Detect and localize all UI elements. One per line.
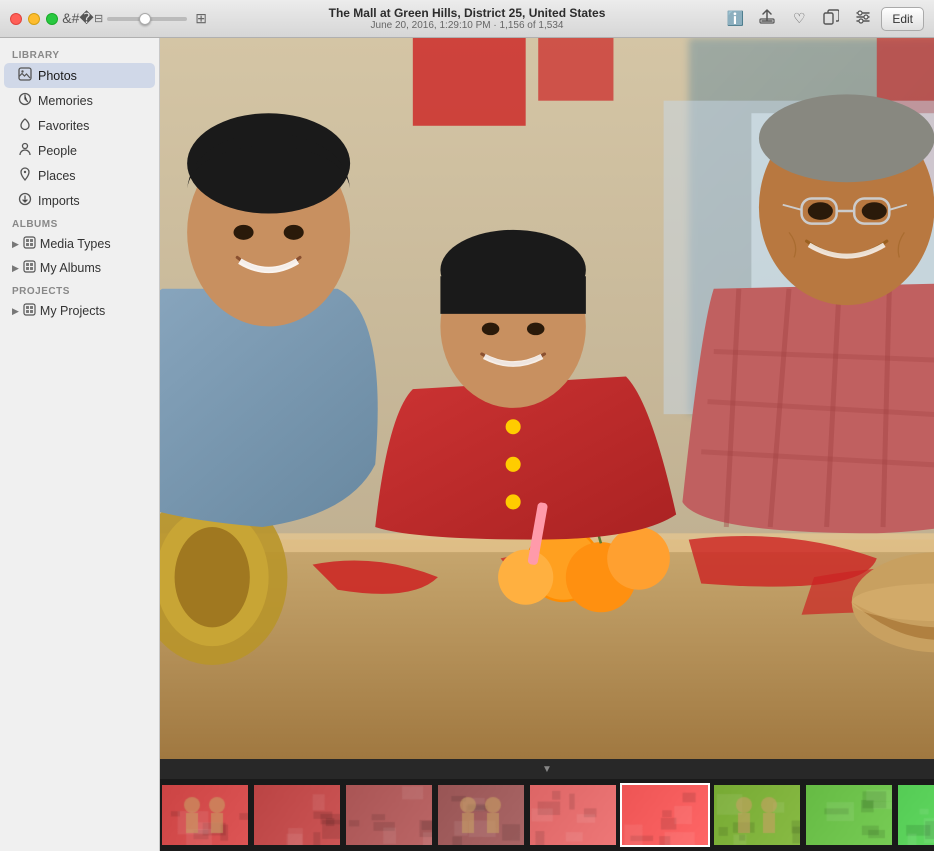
filmstrip-thumb[interactable] (160, 783, 250, 847)
zoom-slider-area: ⊟ ⊞ (94, 10, 207, 27)
photos-label: Photos (38, 69, 77, 83)
imports-label: Imports (38, 194, 80, 208)
imports-icon (18, 192, 32, 209)
my-albums-label: My Albums (40, 261, 101, 275)
projects-section-label: Projects (0, 280, 159, 299)
content-area: Library Photos Memories (0, 38, 934, 851)
filmstrip-divider: ▼ (160, 759, 934, 779)
close-button[interactable] (10, 13, 22, 25)
info-button[interactable]: ℹ️ (721, 7, 749, 31)
my-projects-label: My Projects (40, 304, 105, 318)
sidebar: Library Photos Memories (0, 38, 160, 851)
media-types-icon (23, 236, 36, 252)
sidebar-item-my-projects[interactable]: ▶ My Projects (4, 299, 155, 323)
sidebar-item-media-types[interactable]: ▶ Media Types (4, 232, 155, 256)
filmstrip-thumb[interactable] (436, 783, 526, 847)
adjust-icon (855, 9, 871, 28)
filmstrip-thumb[interactable] (528, 783, 618, 847)
chevron-right-icon-2: ▶ (12, 263, 19, 274)
edit-button[interactable]: Edit (881, 7, 924, 31)
memories-icon (18, 92, 32, 109)
minimize-button[interactable] (28, 13, 40, 25)
albums-section-label: Albums (0, 213, 159, 232)
filmstrip-thumb[interactable] (344, 783, 434, 847)
zoom-out-icon: ⊟ (94, 12, 103, 25)
share-button[interactable] (753, 7, 781, 31)
sidebar-item-places[interactable]: Places (4, 163, 155, 188)
favorites-icon (18, 117, 32, 134)
sidebar-item-my-albums[interactable]: ▶ My Albums (4, 256, 155, 280)
favorites-label: Favorites (38, 119, 89, 133)
sidebar-item-favorites[interactable]: Favorites (4, 113, 155, 138)
sidebar-item-people[interactable]: People (4, 138, 155, 163)
zoom-slider[interactable] (107, 17, 187, 21)
filmstrip (160, 779, 934, 851)
people-icon (18, 142, 32, 159)
sidebar-item-imports[interactable]: Imports (4, 188, 155, 213)
favorite-button[interactable]: ♡ (785, 7, 813, 31)
places-label: Places (38, 169, 76, 183)
main-photo (160, 38, 934, 759)
my-albums-icon (23, 260, 36, 276)
library-section-label: Library (0, 44, 159, 63)
title-area: The Mall at Green Hills, District 25, Un… (329, 6, 606, 31)
filmstrip-thumb[interactable] (712, 783, 802, 847)
duplicate-icon (823, 9, 839, 28)
titlebar: &#� ⊟ ⊞ The Mall at Green Hills, Distric… (0, 0, 934, 38)
back-button[interactable]: &#� (68, 9, 88, 29)
places-icon (18, 167, 32, 184)
main-photo-container[interactable] (160, 38, 934, 759)
media-types-label: Media Types (40, 237, 111, 251)
sidebar-item-memories[interactable]: Memories (4, 88, 155, 113)
filmstrip-collapse-arrow[interactable]: ▼ (542, 764, 552, 775)
share-icon (759, 9, 775, 28)
filmstrip-thumb[interactable] (620, 783, 710, 847)
toolbar-right: ℹ️ ♡ (721, 7, 934, 31)
adjust-button[interactable] (849, 7, 877, 31)
memories-label: Memories (38, 94, 93, 108)
filmstrip-thumb[interactable] (252, 783, 342, 847)
photo-title: The Mall at Green Hills, District 25, Un… (329, 6, 606, 20)
maximize-button[interactable] (46, 13, 58, 25)
filmstrip-thumb[interactable] (896, 783, 934, 847)
duplicate-button[interactable] (817, 7, 845, 31)
photo-area: ▼ (160, 38, 934, 851)
window-controls (0, 13, 58, 25)
filmstrip-thumb[interactable] (804, 783, 894, 847)
chevron-right-icon-3: ▶ (12, 306, 19, 317)
people-label: People (38, 144, 77, 158)
photo-subtitle: June 20, 2016, 1:29:10 PM · 1,156 of 1,5… (329, 20, 606, 31)
sidebar-item-photos[interactable]: Photos (4, 63, 155, 88)
my-projects-icon (23, 303, 36, 319)
photos-icon (18, 67, 32, 84)
info-icon: ℹ️ (727, 10, 744, 27)
grid-view-icon: ⊞ (195, 10, 207, 27)
chevron-right-icon: ▶ (12, 239, 19, 250)
heart-icon: ♡ (793, 10, 806, 27)
